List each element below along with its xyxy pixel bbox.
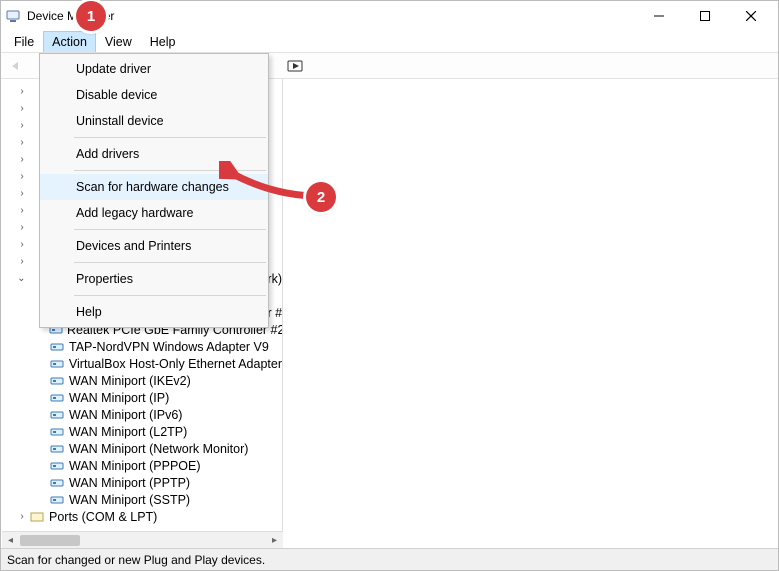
twisty-expanded-icon: ⌄ bbox=[15, 273, 28, 284]
network-adapter-icon bbox=[49, 425, 65, 439]
menuitem-properties[interactable]: Properties bbox=[40, 266, 268, 292]
menu-view[interactable]: View bbox=[96, 31, 141, 52]
network-adapter-icon bbox=[49, 476, 65, 490]
tree-category-label: Ports (COM & LPT) bbox=[49, 510, 157, 524]
twisty-collapsed-icon: › bbox=[15, 86, 29, 97]
toolbar-back-button[interactable] bbox=[4, 55, 28, 77]
tree-device-label: WAN Miniport (IPv6) bbox=[69, 408, 182, 422]
twisty-collapsed-icon: › bbox=[15, 205, 29, 216]
menuitem-scan-for-hardware-changes[interactable]: Scan for hardware changes bbox=[40, 174, 268, 200]
network-adapter-icon bbox=[49, 357, 65, 371]
menuitem-help[interactable]: Help bbox=[40, 299, 268, 325]
scroll-left-icon[interactable]: ◂ bbox=[2, 532, 19, 549]
annotation-badge-1: 1 bbox=[76, 1, 106, 31]
tree-horizontal-scrollbar[interactable]: ◂ ▸ bbox=[2, 531, 283, 548]
menu-separator bbox=[74, 262, 266, 263]
network-adapter-icon bbox=[49, 408, 65, 422]
scroll-right-icon[interactable]: ▸ bbox=[266, 532, 283, 549]
twisty-collapsed-icon: › bbox=[15, 222, 29, 233]
network-adapter-icon bbox=[49, 340, 65, 354]
twisty-collapsed-icon: › bbox=[15, 239, 29, 250]
network-adapter-icon bbox=[49, 442, 65, 456]
menuitem-add-drivers[interactable]: Add drivers bbox=[40, 141, 268, 167]
statusbar-text: Scan for changed or new Plug and Play de… bbox=[7, 553, 265, 567]
tree-device-label: WAN Miniport (SSTP) bbox=[69, 493, 190, 507]
tree-device-item[interactable]: VirtualBox Host-Only Ethernet Adapter bbox=[49, 355, 282, 372]
tree-device-label: VirtualBox Host-Only Ethernet Adapter bbox=[69, 357, 282, 371]
menu-separator bbox=[74, 170, 266, 171]
menuitem-devices-and-printers[interactable]: Devices and Printers bbox=[40, 233, 268, 259]
tree-device-item[interactable]: WAN Miniport (Network Monitor) bbox=[49, 440, 282, 457]
menu-action[interactable]: Action bbox=[43, 31, 96, 52]
tree-device-label: WAN Miniport (IKEv2) bbox=[69, 374, 191, 388]
twisty-collapsed-icon: › bbox=[15, 120, 29, 131]
menuitem-update-driver[interactable]: Update driver bbox=[40, 56, 268, 82]
twisty-collapsed-icon: › bbox=[15, 137, 29, 148]
window-titlebar: Device Manager bbox=[1, 1, 778, 31]
tree-device-item[interactable]: WAN Miniport (L2TP) bbox=[49, 423, 282, 440]
tree-device-item[interactable]: WAN Miniport (PPPOE) bbox=[49, 457, 282, 474]
menu-help[interactable]: Help bbox=[141, 31, 185, 52]
network-adapter-icon bbox=[49, 459, 65, 473]
menu-file[interactable]: File bbox=[5, 31, 43, 52]
window-maximize-button[interactable] bbox=[682, 1, 728, 31]
network-adapter-icon bbox=[49, 493, 65, 507]
tree-device-label: WAN Miniport (Network Monitor) bbox=[69, 442, 248, 456]
statusbar: Scan for changed or new Plug and Play de… bbox=[1, 548, 778, 570]
twisty-collapsed-icon: › bbox=[15, 103, 29, 114]
tree-device-label: WAN Miniport (IP) bbox=[69, 391, 169, 405]
menuitem-uninstall-device[interactable]: Uninstall device bbox=[40, 108, 268, 134]
twisty-collapsed-icon: › bbox=[15, 188, 29, 199]
menuitem-add-legacy-hardware[interactable]: Add legacy hardware bbox=[40, 200, 268, 226]
tree-device-label: WAN Miniport (PPPOE) bbox=[69, 459, 201, 473]
menuitem-disable-device[interactable]: Disable device bbox=[40, 82, 268, 108]
tree-device-item[interactable]: WAN Miniport (IP) bbox=[49, 389, 282, 406]
tree-device-item[interactable]: WAN Miniport (IPv6) bbox=[49, 406, 282, 423]
toolbar-scan-hardware-button[interactable] bbox=[283, 55, 307, 77]
window-close-button[interactable] bbox=[728, 1, 774, 31]
action-menu-dropdown: Update driver Disable device Uninstall d… bbox=[39, 53, 269, 328]
scrollbar-thumb[interactable] bbox=[20, 535, 80, 546]
tree-category-ports[interactable]: › Ports (COM & LPT) bbox=[15, 508, 282, 525]
menu-separator bbox=[74, 137, 266, 138]
tree-device-item[interactable]: WAN Miniport (SSTP) bbox=[49, 491, 282, 508]
window-minimize-button[interactable] bbox=[636, 1, 682, 31]
tree-device-label: TAP-NordVPN Windows Adapter V9 bbox=[69, 340, 269, 354]
tree-device-item[interactable]: WAN Miniport (PPTP) bbox=[49, 474, 282, 491]
menubar: File Action View Help bbox=[1, 31, 778, 53]
menu-separator bbox=[74, 229, 266, 230]
tree-device-item[interactable]: WAN Miniport (IKEv2) bbox=[49, 372, 282, 389]
details-pane bbox=[283, 79, 778, 548]
twisty-collapsed-icon: › bbox=[15, 511, 29, 522]
tree-device-label: WAN Miniport (L2TP) bbox=[69, 425, 187, 439]
network-adapter-icon bbox=[49, 391, 65, 405]
network-adapter-icon bbox=[49, 374, 65, 388]
menu-separator bbox=[74, 295, 266, 296]
device-manager-icon bbox=[5, 8, 21, 24]
tree-device-label: WAN Miniport (PPTP) bbox=[69, 476, 190, 490]
twisty-collapsed-icon: › bbox=[15, 171, 29, 182]
twisty-collapsed-icon: › bbox=[15, 154, 29, 165]
ports-icon bbox=[29, 510, 45, 524]
annotation-badge-2: 2 bbox=[306, 182, 336, 212]
tree-device-item[interactable]: TAP-NordVPN Windows Adapter V9 bbox=[49, 338, 282, 355]
twisty-collapsed-icon: › bbox=[15, 256, 29, 267]
